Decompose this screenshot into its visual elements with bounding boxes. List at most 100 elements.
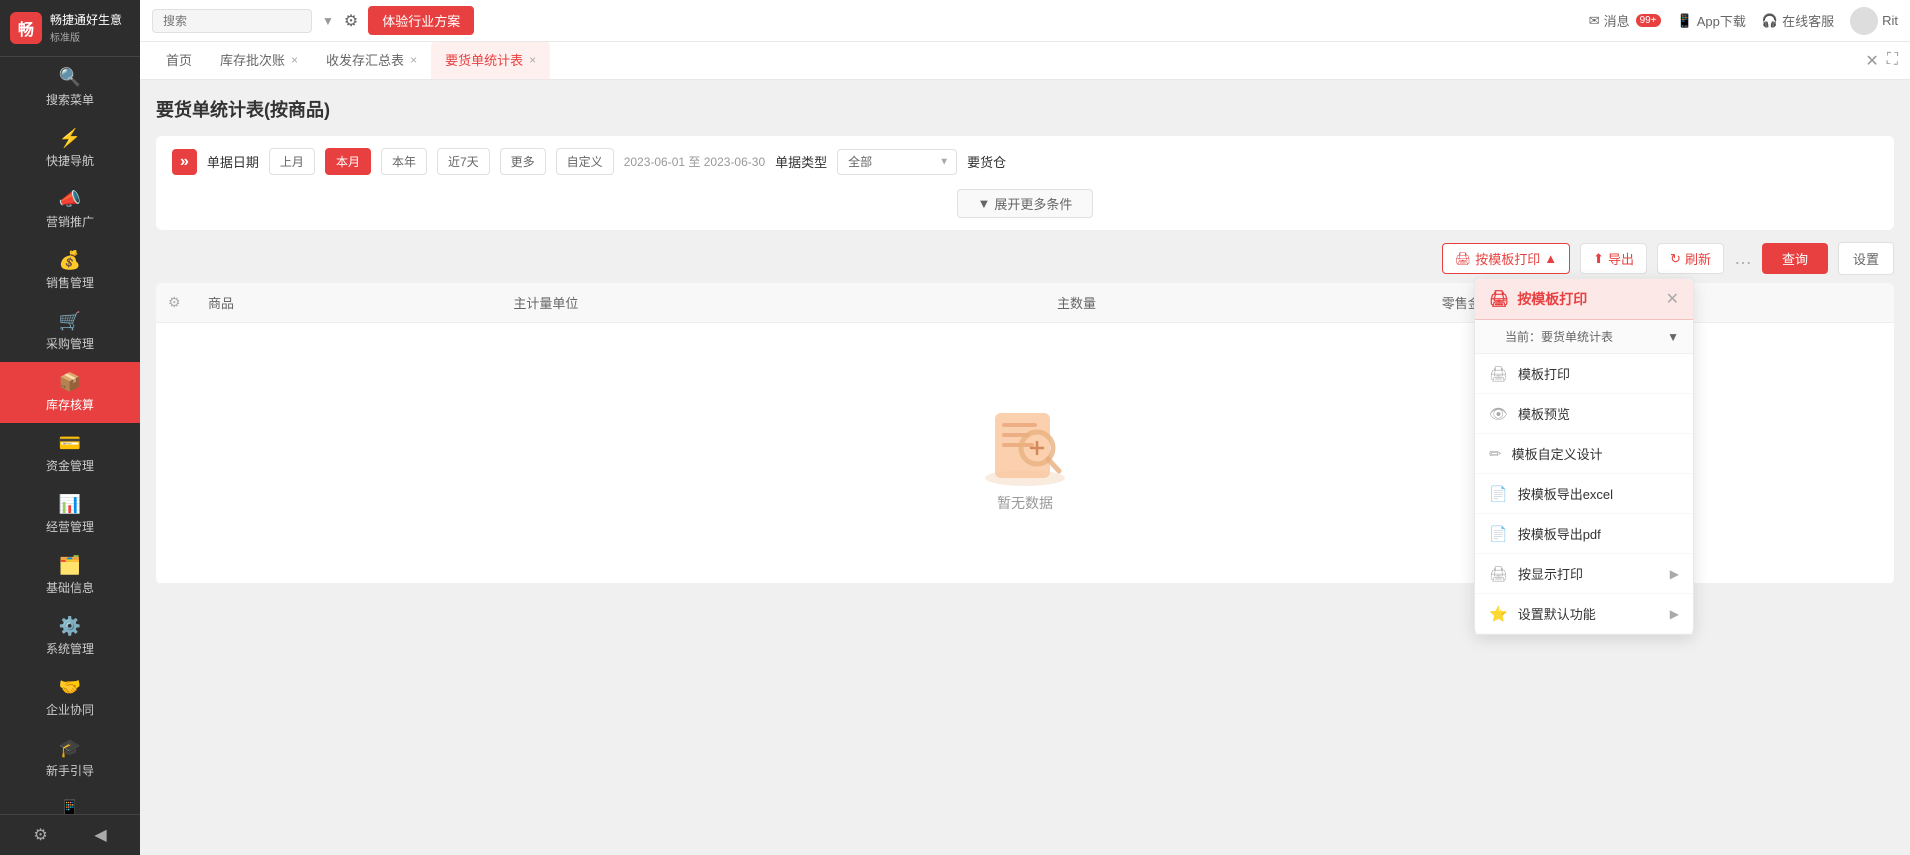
template-preview-item[interactable]: 👁 模板预览	[1475, 394, 1693, 434]
search-icon: 🔍	[59, 67, 81, 88]
more-date-btn[interactable]: 更多	[500, 148, 546, 175]
trial-button[interactable]: 体验行业方案	[368, 6, 474, 35]
quick-nav-icon: ⚡	[59, 128, 81, 149]
online-service-label: 在线客服	[1782, 11, 1834, 30]
user-item[interactable]: Rit	[1850, 7, 1898, 35]
enterprise-icon: 🤝	[59, 677, 81, 698]
sales-label: 销售管理	[46, 274, 94, 291]
tab-collect-summary-close[interactable]: ×	[410, 53, 417, 67]
current-year-btn[interactable]: 本年	[381, 148, 427, 175]
print-template-button[interactable]: 🖨 按模板打印 ▲	[1442, 243, 1570, 274]
tab-expand-icon[interactable]: ⛶	[1887, 51, 1898, 71]
newbie-label: 新手引导	[46, 762, 94, 779]
sidebar-item-purchase[interactable]: 🛒 采购管理	[0, 301, 140, 362]
table-column-settings-icon[interactable]: ⚙	[168, 294, 181, 310]
enterprise-label: 企业协同	[46, 701, 94, 718]
tab-batch-accounts-close[interactable]: ×	[291, 53, 298, 67]
sidebar-item-sales[interactable]: 💰 销售管理	[0, 240, 140, 301]
template-print-item[interactable]: 🖨 模板打印	[1475, 354, 1693, 394]
page-content: 要货单统计表(按商品) » 单据日期 上月 本月 本年 近7天 更多 自定义 2…	[140, 80, 1910, 855]
set-default-item[interactable]: ⭐ 设置默认功能 ▶	[1475, 594, 1693, 634]
marketing-label: 营销推广	[46, 213, 94, 230]
print-dropdown-current-template[interactable]: 当前：要货单统计表 ▼	[1475, 320, 1693, 354]
tab-close-all-icon[interactable]: ✕	[1865, 51, 1878, 71]
print-dropdown-close-icon[interactable]: ✕	[1666, 289, 1679, 309]
print-template-label: 按模板打印	[1475, 249, 1540, 268]
current-template-arrow: ▼	[1667, 330, 1679, 344]
tab-order-stats-close[interactable]: ×	[529, 53, 536, 67]
collapse-sidebar-icon[interactable]: ◀	[94, 825, 106, 845]
sidebar-item-basic[interactable]: 🗂️ 基础信息	[0, 545, 140, 606]
tab-home[interactable]: 首页	[152, 42, 206, 79]
current-month-btn[interactable]: 本月	[325, 148, 371, 175]
app-name: 畅捷通好生意	[50, 12, 122, 29]
search-label: 搜索菜单	[46, 91, 94, 108]
last7days-btn[interactable]: 近7天	[437, 148, 490, 175]
purchase-icon: 🛒	[59, 311, 81, 332]
app-download-item[interactable]: 📱 App下载	[1677, 11, 1746, 30]
tab-batch-accounts[interactable]: 库存批次账 ×	[206, 42, 312, 79]
sidebar-item-newbie[interactable]: 🎓 新手引导	[0, 728, 140, 789]
order-warehouse-label: 要货仓	[967, 152, 1006, 171]
printer-icon: 🖨	[1455, 251, 1472, 267]
sidebar-item-quick-nav[interactable]: ⚡ 快捷导航	[0, 118, 140, 179]
filter-bar: » 单据日期 上月 本月 本年 近7天 更多 自定义 2023-06-01 至 …	[156, 136, 1894, 230]
search-chevron-icon[interactable]: ▼	[322, 14, 334, 28]
col-product: 商品	[196, 283, 501, 323]
display-print-icon: 🖨	[1489, 565, 1508, 583]
settings-button[interactable]: 设置	[1838, 242, 1894, 275]
sidebar-item-finance[interactable]: 💳 资金管理	[0, 423, 140, 484]
doc-type-select[interactable]: 全部 要货单	[837, 149, 957, 175]
template-preview-icon: 👁	[1489, 405, 1508, 423]
main-content: ▼ ⚙ 体验行业方案 ✉ 消息 99+ 📱 App下载 🎧 在线客服 Rit	[140, 0, 1910, 855]
expand-more-label: 展开更多条件	[994, 194, 1072, 213]
template-export-pdf-item[interactable]: 📄 按模板导出pdf	[1475, 514, 1693, 554]
sidebar-item-marketing[interactable]: 📣 营销推广	[0, 179, 140, 240]
more-actions-icon[interactable]: …	[1734, 248, 1752, 269]
set-default-icon: ⭐	[1489, 605, 1508, 623]
message-item[interactable]: ✉ 消息 99+	[1589, 11, 1661, 30]
filter-expand-button[interactable]: »	[172, 149, 197, 175]
query-button[interactable]: 查询	[1762, 243, 1828, 274]
tab-collect-summary[interactable]: 收发存汇总表 ×	[312, 42, 431, 79]
template-print-icon: 🖨	[1489, 365, 1508, 383]
message-icon: ✉	[1589, 13, 1600, 29]
gear-icon[interactable]: ⚙	[344, 11, 358, 31]
template-custom-label: 模板自定义设计	[1512, 444, 1603, 463]
purchase-label: 采购管理	[46, 335, 94, 352]
topbar: ▼ ⚙ 体验行业方案 ✉ 消息 99+ 📱 App下载 🎧 在线客服 Rit	[140, 0, 1910, 42]
topbar-right: ✉ 消息 99+ 📱 App下载 🎧 在线客服 Rit	[1589, 7, 1898, 35]
template-export-excel-item[interactable]: 📄 按模板导出excel	[1475, 474, 1693, 514]
sidebar-item-operation[interactable]: 📊 经营管理	[0, 484, 140, 545]
sidebar-item-system[interactable]: ⚙️ 系统管理	[0, 606, 140, 667]
expand-more-btn[interactable]: ▼ 展开更多条件	[957, 189, 1094, 218]
display-print-left: 🖨 按显示打印	[1489, 564, 1583, 583]
sidebar-item-inventory[interactable]: 📦 库存核算	[0, 362, 140, 423]
sidebar-item-enterprise[interactable]: 🤝 企业协同	[0, 667, 140, 728]
template-custom-icon: ✏	[1489, 445, 1502, 463]
sales-icon: 💰	[59, 250, 81, 271]
settings-footer-icon[interactable]: ⚙	[33, 825, 47, 845]
col-unit: 主计量单位	[501, 283, 1045, 323]
refresh-icon: ↻	[1670, 251, 1681, 267]
custom-date-btn[interactable]: 自定义	[556, 148, 614, 175]
page-title: 要货单统计表(按商品)	[156, 96, 1894, 122]
export-icon: ⬆	[1593, 251, 1604, 267]
sidebar-item-appstore[interactable]: 📱 应用中心	[0, 789, 140, 814]
template-export-excel-label: 按模板导出excel	[1518, 484, 1613, 503]
display-print-item[interactable]: 🖨 按显示打印 ▶	[1475, 554, 1693, 594]
operation-icon: 📊	[59, 494, 81, 515]
print-dropdown-title-area: 🖨 按模板打印	[1489, 289, 1587, 309]
tab-order-stats[interactable]: 要货单统计表 ×	[431, 42, 550, 79]
search-input[interactable]	[152, 9, 312, 33]
system-icon: ⚙️	[59, 616, 81, 637]
empty-text: 暂无数据	[997, 493, 1053, 513]
export-label: 导出	[1608, 249, 1634, 268]
sidebar-item-search[interactable]: 🔍 搜索菜单	[0, 57, 140, 118]
template-custom-item[interactable]: ✏ 模板自定义设计	[1475, 434, 1693, 474]
export-button[interactable]: ⬆ 导出	[1580, 243, 1647, 274]
refresh-button[interactable]: ↻ 刷新	[1657, 243, 1724, 274]
display-print-label: 按显示打印	[1518, 564, 1583, 583]
prev-month-btn[interactable]: 上月	[269, 148, 315, 175]
online-service-item[interactable]: 🎧 在线客服	[1762, 11, 1834, 30]
